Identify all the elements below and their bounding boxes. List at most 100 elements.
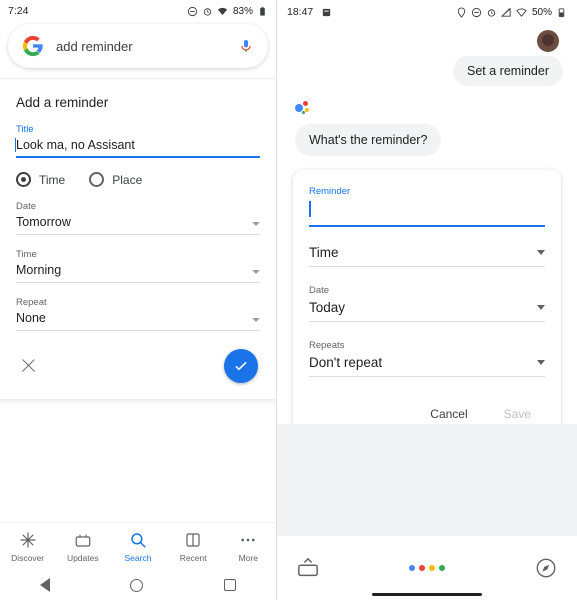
right-status-icons: 50% [456, 7, 567, 18]
back-icon[interactable] [40, 578, 51, 592]
repeat-field-underline [16, 330, 260, 331]
repeats-field[interactable]: Repeats Don't repeat [309, 340, 545, 377]
chevron-down-icon[interactable] [252, 222, 260, 226]
nav-item-more[interactable]: More [222, 530, 274, 563]
date-field-value[interactable]: Tomorrow [16, 215, 71, 234]
screenshot-root: 7:24 83% add reminder Add a reminder Tit… [0, 0, 577, 600]
radio-place-button[interactable] [89, 172, 105, 187]
status-icons: 83% [187, 6, 268, 17]
google-g-icon [22, 35, 43, 57]
calendar-icon [323, 8, 331, 16]
wifi-icon [516, 8, 527, 17]
discover-icon [18, 530, 38, 550]
date-field-label: Date [16, 201, 37, 212]
user-avatar[interactable] [537, 30, 559, 52]
reminder-input-field[interactable]: Reminder [309, 186, 545, 227]
updates-icon [73, 530, 93, 550]
system-navigation-bar [0, 570, 276, 600]
time-field-value[interactable]: Time [309, 245, 339, 260]
repeat-field-label: Repeat [16, 297, 47, 308]
dot-green [439, 565, 445, 571]
home-indicator[interactable] [372, 593, 482, 596]
assistant-sparkle-icon [295, 100, 313, 118]
repeats-field-label: Repeats [309, 339, 345, 351]
home-icon[interactable] [130, 578, 144, 592]
right-status-bar: 18:47 50% [277, 0, 577, 24]
title-field[interactable]: Title Look ma, no Assisant [15, 124, 260, 158]
nav-label-discover: Discover [11, 553, 45, 563]
explore-icon[interactable] [535, 557, 557, 579]
nav-item-discover[interactable]: Discover [2, 530, 54, 563]
radio-time[interactable]: Time [16, 172, 65, 187]
reminder-type-radio-group[interactable]: Time Place [16, 172, 260, 187]
dnd-icon [471, 7, 482, 17]
overview-icon[interactable] [223, 579, 236, 591]
keyboard-icon[interactable] [297, 557, 319, 579]
time-field[interactable]: Time Morning [16, 249, 260, 283]
search-query-text[interactable]: add reminder [56, 39, 238, 54]
confirm-button[interactable] [224, 349, 258, 383]
nav-label-search: Search [124, 553, 152, 563]
user-message-row: Set a reminder [291, 56, 563, 86]
time-field-underline [309, 265, 545, 267]
reminder-field-label: Reminder [309, 186, 351, 197]
chevron-down-icon[interactable] [252, 318, 260, 322]
nav-label-updates: Updates [66, 553, 99, 563]
date-field[interactable]: Date Tomorrow [16, 201, 260, 235]
assistant-icon-row [291, 100, 563, 118]
status-time: 7:24 [8, 5, 29, 17]
radio-time-button[interactable] [16, 172, 31, 187]
microphone-icon[interactable] [238, 35, 254, 57]
more-icon [238, 530, 258, 550]
bottom-navigation: Discover Updates Search Recent More [0, 522, 276, 570]
time-field-value[interactable]: Morning [16, 263, 61, 282]
nav-item-recent[interactable]: Recent [167, 530, 219, 563]
title-field-underline [16, 156, 260, 158]
assistant-reminder-card: Reminder Time Date Today Repeats Don't r… [293, 170, 561, 439]
dnd-icon [187, 6, 198, 16]
wifi-icon [217, 7, 228, 15]
repeat-field[interactable]: Repeat None [16, 297, 260, 331]
date-field-underline [309, 320, 545, 322]
dot-blue [409, 565, 415, 571]
time-field[interactable]: Time [309, 245, 545, 267]
left-phone-screen: 7:24 83% add reminder Add a reminder Tit… [0, 0, 277, 600]
search-icon [128, 530, 148, 550]
reminder-field-input[interactable] [309, 201, 545, 217]
nav-label-more: More [238, 553, 259, 563]
card-title: Add a reminder [16, 95, 109, 110]
nav-item-updates[interactable]: Updates [57, 530, 109, 563]
repeats-field-value[interactable]: Don't repeat [309, 355, 382, 370]
alarm-icon [487, 8, 496, 17]
repeat-field-value[interactable]: None [16, 311, 46, 330]
assistant-bottom-bar [277, 536, 577, 600]
title-field-value[interactable]: Look ma, no Assisant [15, 138, 260, 156]
title-field-label: Title [16, 124, 34, 135]
close-icon[interactable] [18, 355, 40, 377]
recent-icon [183, 530, 203, 550]
chevron-down-icon[interactable] [252, 270, 260, 274]
battery-icon [260, 6, 265, 16]
background-fill [277, 424, 577, 536]
radio-place[interactable]: Place [89, 172, 142, 187]
date-field-value[interactable]: Today [309, 300, 345, 315]
date-field-label: Date [309, 284, 330, 296]
status-time: 18:47 [287, 6, 314, 18]
radio-place-label: Place [112, 172, 143, 187]
assistant-message-row: What's the reminder? [291, 124, 563, 156]
nav-item-search[interactable]: Search [112, 530, 164, 563]
chevron-down-icon[interactable] [537, 304, 545, 310]
date-field[interactable]: Date Today [309, 285, 545, 322]
left-status-bar: 7:24 83% [0, 0, 276, 22]
battery-label: 50% [531, 6, 552, 18]
signal-icon [500, 7, 511, 17]
search-bar[interactable]: add reminder [8, 24, 268, 68]
date-field-underline [16, 234, 260, 235]
card-drop-shadow [0, 399, 276, 405]
radio-time-label: Time [39, 172, 66, 187]
assistant-mic-dots[interactable] [409, 565, 445, 571]
right-phone-screen: 18:47 50% Set a reminder What's the remi… [277, 0, 577, 600]
chevron-down-icon[interactable] [537, 249, 545, 255]
time-field-label: Time [16, 249, 37, 260]
chevron-down-icon[interactable] [537, 359, 545, 365]
